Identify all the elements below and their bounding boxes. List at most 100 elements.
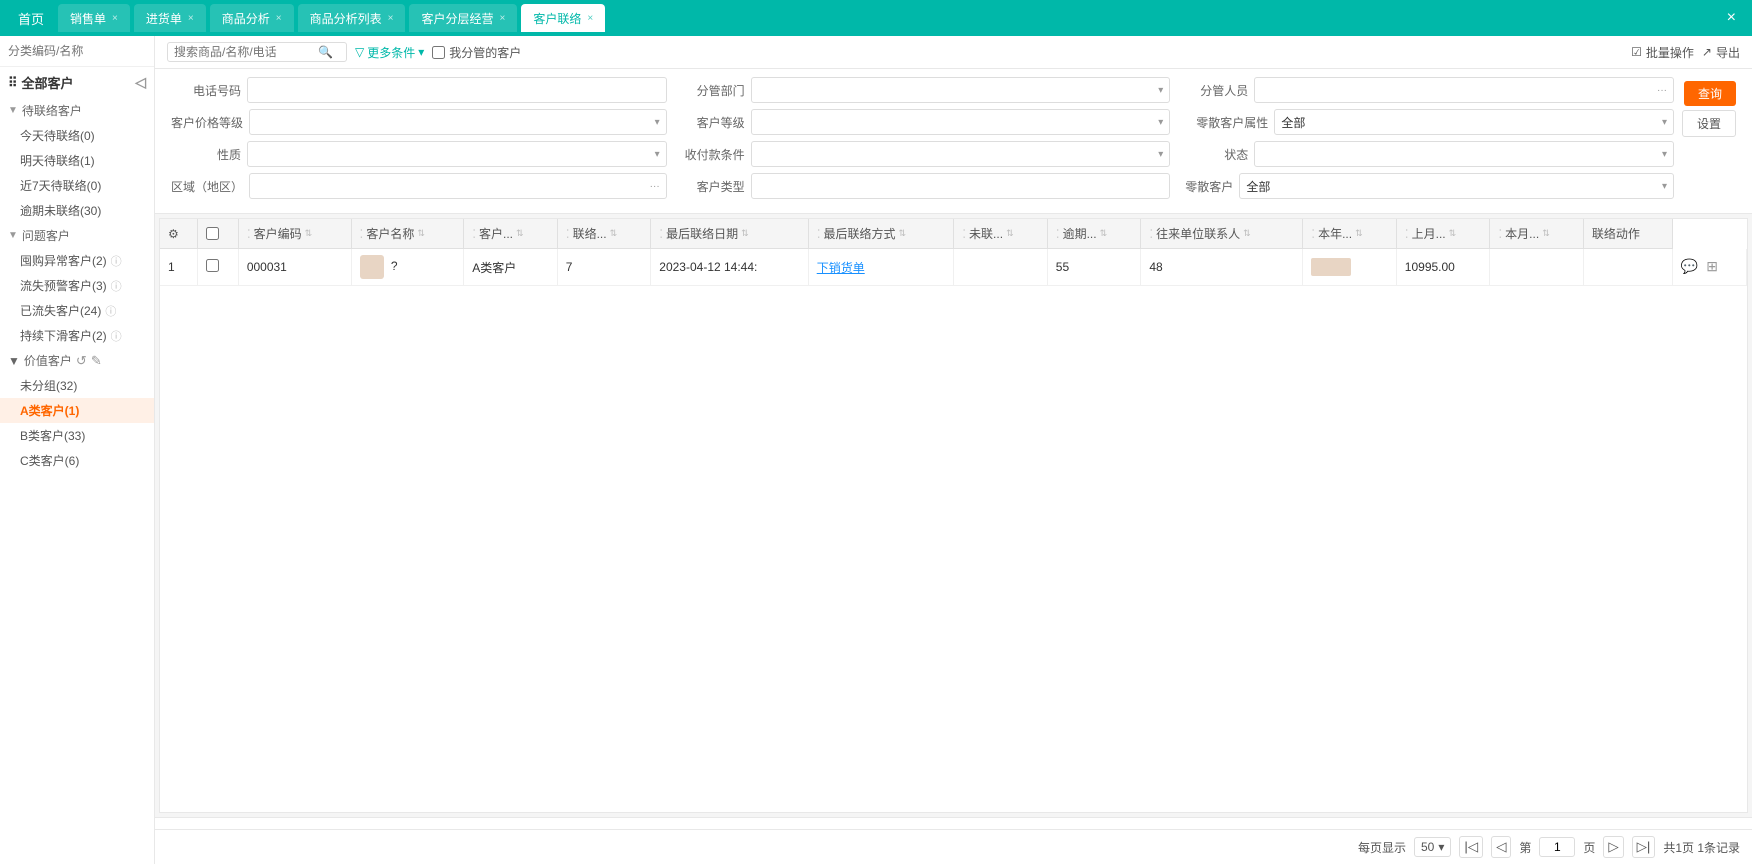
filter-phone-input[interactable] (247, 77, 667, 103)
table-row: 1 000031 ? A类客户 7 2023-04-12 14:44: (160, 249, 1747, 286)
tab-customer-contact[interactable]: 客户联络 × (521, 4, 605, 32)
batch-op-btn[interactable]: ☑ 批量操作 (1631, 44, 1694, 61)
info-icon-abnormal: ⓘ (111, 253, 122, 269)
col-last-contact-method[interactable]: ⁚ 最后联络方式 ⇅ (808, 219, 954, 249)
filter-price-level-select[interactable]: ▾ (249, 109, 667, 135)
group-pending-contact[interactable]: ▼ 待联络客户 (0, 98, 154, 123)
col-name[interactable]: ⁚ 客户名称 ⇅ (351, 219, 464, 249)
col-customer-type[interactable]: ⁚ 客户... ⇅ (464, 219, 558, 249)
chat-icon[interactable]: 💬 (1681, 258, 1698, 275)
filter-manager-input[interactable]: ··· (1254, 77, 1674, 103)
sidebar-item-c-customers[interactable]: C类客户(6) (0, 448, 154, 473)
filter-bar: 🔍 ▽ 更多条件 ▾ 我分管的客户 ☑ 批量操作 ↗ 导出 (155, 36, 1752, 69)
sidebar-item-churned[interactable]: 已流失客户(24) ⓘ (0, 298, 154, 323)
filter-region: 区域（地区） ··· (171, 173, 667, 199)
tab-purchase[interactable]: 进货单 × (134, 4, 206, 32)
col-last-month[interactable]: ⁚ 上月... ⇅ (1396, 219, 1490, 249)
tab-customer-ops[interactable]: 客户分层经营 × (409, 4, 517, 32)
cell-last-contact-method[interactable]: 下销货单 (808, 249, 954, 286)
data-table: ⚙ ⁚ 客户编码 ⇅ (160, 219, 1747, 286)
filter-search-input[interactable] (174, 45, 314, 59)
sidebar-item-unclassified[interactable]: 未分组(32) (0, 373, 154, 398)
edit-icon[interactable]: ✎ (91, 353, 102, 369)
sidebar-item-declining[interactable]: 持续下滑客户(2) ⓘ (0, 323, 154, 348)
page-size-select[interactable]: 50 ▾ (1414, 837, 1451, 857)
col-last-contact-date[interactable]: ⁚ 最后联络日期 ⇅ (651, 219, 808, 249)
filter-status-select[interactable]: ▾ (1254, 141, 1674, 167)
total-records: 共1页 1条记录 (1663, 839, 1740, 856)
col-code[interactable]: ⁚ 客户编码 ⇅ (238, 219, 351, 249)
close-tab-purchase[interactable]: × (188, 13, 194, 24)
more-conditions-btn[interactable]: ▽ 更多条件 ▾ (355, 44, 424, 61)
refresh-icon[interactable]: ↺ (76, 353, 87, 369)
filter-customer-type-input[interactable] (751, 173, 1171, 199)
sidebar-item-abnormal[interactable]: 囤购异常客户(2) ⓘ (0, 248, 154, 273)
sidebar-item-churn-warning[interactable]: 流失预警客户(3) ⓘ (0, 273, 154, 298)
filter-customer-level-select[interactable]: ▾ (751, 109, 1171, 135)
col-name-sort-icon: ⇅ (417, 228, 425, 239)
settings-btn[interactable]: 设置 (1682, 110, 1736, 137)
next-page-btn[interactable]: ▷ (1603, 836, 1623, 858)
col-seq[interactable]: ⚙ (160, 219, 197, 249)
filter-search-icon[interactable]: 🔍 (318, 45, 333, 59)
last-page-btn[interactable]: ▷| (1632, 836, 1656, 858)
group-problem-customers[interactable]: ▼ 问题客户 (0, 223, 154, 248)
col-this-year[interactable]: ⁚ 本年... ⇅ (1303, 219, 1397, 249)
filter-dept-select[interactable]: ▾ (751, 77, 1171, 103)
sidebar-item-a-customers[interactable]: A类客户(1) (0, 398, 154, 423)
filter-retail-select[interactable]: 全部 ▾ (1239, 173, 1674, 199)
col-this-month[interactable]: ⁚ 本月... ⇅ (1490, 219, 1584, 249)
h-scroll[interactable] (155, 817, 1752, 829)
prev-page-btn[interactable]: ◁ (1491, 836, 1511, 858)
col-unit-contact[interactable]: ⁚ 往来单位联系人 ⇅ (1141, 219, 1303, 249)
top-nav: 首页 销售单 × 进货单 × 商品分析 × 商品分析列表 × 客户分层经营 × … (0, 0, 1752, 36)
cell-code: 000031 (238, 249, 351, 286)
filter-nature-select[interactable]: ▾ (247, 141, 667, 167)
page-number-input[interactable] (1539, 837, 1575, 857)
close-tab-sales[interactable]: × (112, 13, 118, 24)
col-contact-count[interactable]: ⁚ 联络... ⇅ (557, 219, 651, 249)
close-tab-customer-contact[interactable]: × (587, 13, 593, 24)
col-check[interactable] (197, 219, 238, 249)
qr-icon[interactable]: ⊞ (1706, 258, 1718, 275)
col-code-separator: ⁚ (247, 227, 251, 241)
first-page-btn[interactable]: |◁ (1459, 836, 1483, 858)
my-customers-checkbox[interactable] (432, 46, 445, 59)
nav-home[interactable]: 首页 (8, 9, 54, 28)
filter-retail-attr-select[interactable]: 全部 ▾ (1274, 109, 1674, 135)
settings-icon[interactable]: ⚙ (168, 227, 179, 241)
filter-retail: 零散客户 全部 ▾ (1178, 173, 1674, 199)
col-no-contact[interactable]: ⁚ 未联... ⇅ (954, 219, 1048, 249)
close-tab-customer-ops[interactable]: × (499, 13, 505, 24)
col-name-separator: ⁚ (360, 227, 364, 241)
col-overdue[interactable]: ⁚ 逾期... ⇅ (1047, 219, 1141, 249)
close-tab-product-list[interactable]: × (388, 13, 394, 24)
col-method-separator: ⁚ (817, 227, 821, 241)
sidebar-item-7day-contact[interactable]: 近7天待联络(0) (0, 173, 154, 198)
tab-product-list[interactable]: 商品分析列表 × (298, 4, 406, 32)
sidebar-search-area: 🔍 (0, 36, 154, 67)
sidebar-item-today-contact[interactable]: 今天待联络(0) (0, 123, 154, 148)
sidebar-item-overdue-contact[interactable]: 逾期未联络(30) (0, 198, 154, 223)
filter-dept-label: 分管部门 (675, 82, 745, 99)
query-btn[interactable]: 查询 (1684, 81, 1736, 106)
filter-phone-label: 电话号码 (171, 82, 241, 99)
row-checkbox[interactable] (206, 259, 219, 272)
select-all-checkbox[interactable] (206, 227, 219, 240)
filter-customer-level: 客户等级 ▾ (675, 109, 1171, 135)
sidebar-search-input[interactable] (8, 44, 155, 58)
sidebar-item-tomorrow-contact[interactable]: 明天待联络(1) (0, 148, 154, 173)
cell-check[interactable] (197, 249, 238, 286)
tab-product-analysis[interactable]: 商品分析 × (210, 4, 294, 32)
filter-region-input[interactable]: ··· (249, 173, 667, 199)
close-tab-product-analysis[interactable]: × (276, 13, 282, 24)
close-all-tabs[interactable]: × (1719, 9, 1744, 27)
sidebar-collapse-btn[interactable]: ◁ (135, 74, 146, 91)
filter-payment-select[interactable]: ▾ (751, 141, 1171, 167)
sidebar-item-b-customers[interactable]: B类客户(33) (0, 423, 154, 448)
export-btn[interactable]: ↗ 导出 (1702, 44, 1740, 61)
filter-status: 状态 ▾ (1178, 141, 1674, 167)
tab-sales[interactable]: 销售单 × (58, 4, 130, 32)
contact-method-link[interactable]: 下销货单 (817, 261, 865, 275)
payment-arrow-icon: ▾ (1158, 149, 1163, 160)
